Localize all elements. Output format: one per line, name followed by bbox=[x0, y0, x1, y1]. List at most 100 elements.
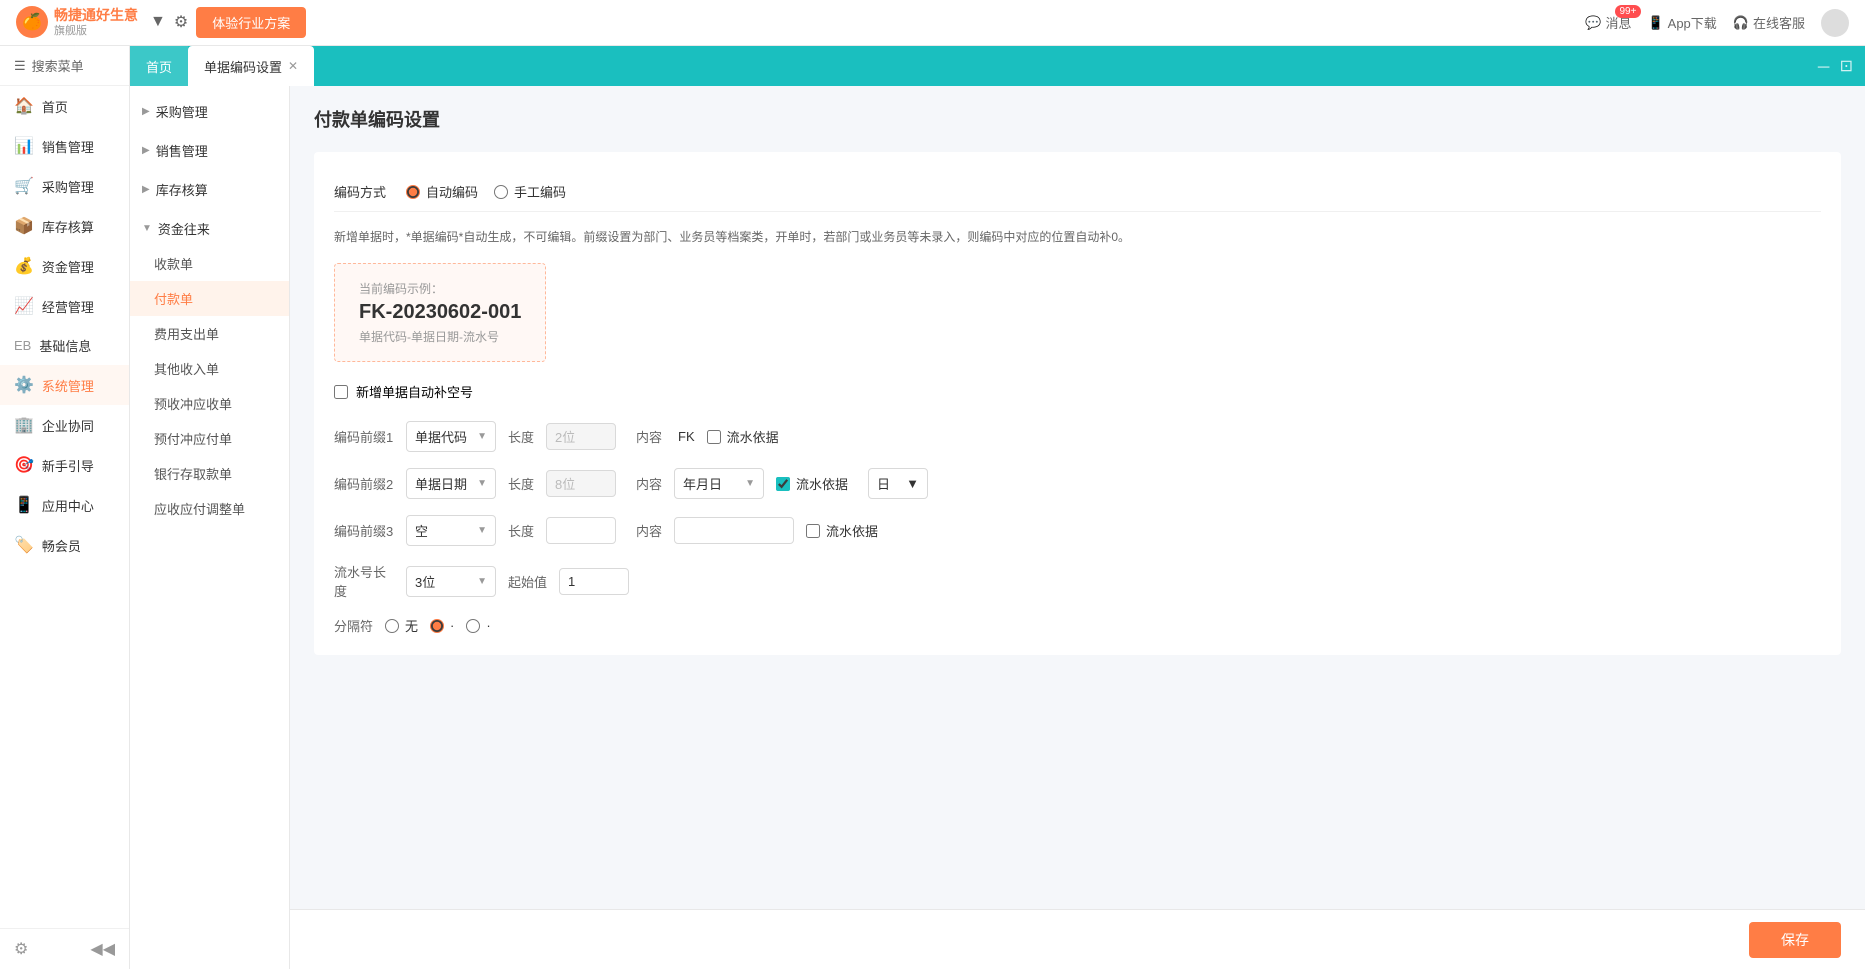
tab-close-icon[interactable]: ✕ bbox=[288, 59, 298, 73]
auto-fill-checkbox[interactable] bbox=[334, 385, 348, 399]
sidebar-item-base[interactable]: EB 基础信息 bbox=[0, 326, 129, 365]
sidebar-item-label: 首页 bbox=[42, 97, 68, 116]
prefix2-period-select[interactable]: 日 ▼ bbox=[868, 468, 928, 499]
prefix2-stream-checkbox[interactable] bbox=[776, 477, 790, 491]
left-nav-item-advance-receivable[interactable]: 预收冲应收单 bbox=[130, 386, 289, 421]
group-label: 资金往来 bbox=[158, 219, 210, 238]
left-nav-group-sales-title[interactable]: ▶ 销售管理 bbox=[130, 133, 289, 168]
start-value-input[interactable] bbox=[559, 568, 629, 595]
prefix2-stream-label[interactable]: 流水依据 bbox=[776, 474, 848, 493]
serial-length-value: 3位 bbox=[415, 572, 435, 591]
separator-dot-radio[interactable]: · bbox=[430, 618, 454, 633]
left-nav-item-other-income[interactable]: 其他收入单 bbox=[130, 351, 289, 386]
collapse-icon[interactable]: ◀◀ bbox=[90, 939, 115, 959]
left-nav-group-inventory-title[interactable]: ▶ 库存核算 bbox=[130, 172, 289, 207]
sidebar-item-system[interactable]: ⚙️ 系统管理 bbox=[0, 365, 129, 405]
chevron-right-icon: ▶ bbox=[142, 106, 150, 117]
chevron-down-icon: ▼ bbox=[906, 476, 919, 491]
auto-fill-label: 新增单据自动补空号 bbox=[356, 382, 473, 401]
group-label: 库存核算 bbox=[156, 180, 208, 199]
separator-slash-input[interactable] bbox=[466, 619, 480, 633]
system-icon: ⚙️ bbox=[14, 375, 34, 395]
content-area: ▶ 采购管理 ▶ 销售管理 ▶ 库存核算 bbox=[130, 86, 1865, 969]
save-button[interactable]: 保存 bbox=[1749, 922, 1841, 958]
app-download-item[interactable]: 📱 App下载 bbox=[1647, 13, 1716, 32]
chevron-down-icon: ▼ bbox=[477, 478, 487, 489]
sidebar-item-guide[interactable]: 🎯 新手引导 bbox=[0, 445, 129, 485]
sidebar-item-membership[interactable]: 🏷️ 畅会员 bbox=[0, 525, 129, 565]
home-icon: 🏠 bbox=[14, 96, 34, 116]
serial-length-select[interactable]: 3位 ▼ bbox=[406, 566, 496, 597]
sidebar-bottom: ⚙ ◀◀ bbox=[0, 928, 129, 969]
prefix3-content-label: 内容 bbox=[636, 521, 662, 540]
left-nav-item-receipt[interactable]: 收款单 bbox=[130, 246, 289, 281]
sidebar-item-inventory[interactable]: 📦 库存核算 bbox=[0, 206, 129, 246]
chevron-down-icon: ▼ bbox=[477, 525, 487, 536]
sidebar-item-home[interactable]: 🏠 首页 bbox=[0, 86, 129, 126]
prefix1-content-label: 内容 bbox=[636, 427, 662, 446]
guide-icon: 🎯 bbox=[14, 455, 34, 475]
tab-home[interactable]: 首页 bbox=[130, 46, 188, 86]
separator-none-label: 无 bbox=[405, 616, 418, 635]
left-nav-group-capital-title[interactable]: ▼ 资金往来 bbox=[130, 211, 289, 246]
sidebar-item-purchase[interactable]: 🛒 采购管理 bbox=[0, 166, 129, 206]
sidebar-item-app-center[interactable]: 📱 应用中心 bbox=[0, 485, 129, 525]
left-nav-item-payment[interactable]: 付款单 bbox=[130, 281, 289, 316]
prefix3-select[interactable]: 空 ▼ bbox=[406, 515, 496, 546]
app-download-label: App下载 bbox=[1668, 13, 1717, 32]
tab-minimize-icon[interactable]: － bbox=[1816, 54, 1832, 78]
prefix3-stream-label[interactable]: 流水依据 bbox=[806, 521, 878, 540]
prefix2-select[interactable]: 单据日期 ▼ bbox=[406, 468, 496, 499]
base-icon: EB bbox=[14, 338, 31, 353]
top-bar-controls: ▼ ⚙ 体验行业方案 bbox=[150, 7, 306, 38]
left-nav-group-purchase-title[interactable]: ▶ 采购管理 bbox=[130, 94, 289, 129]
auto-code-radio-input[interactable] bbox=[406, 185, 420, 199]
expand-arrow-button[interactable]: ▼ bbox=[150, 13, 166, 31]
auto-complete-row: 新增单据自动补空号 bbox=[334, 382, 1821, 401]
left-nav-panel: ▶ 采购管理 ▶ 销售管理 ▶ 库存核算 bbox=[130, 86, 290, 969]
tab-maximize-icon[interactable]: ⊡ bbox=[1840, 56, 1853, 76]
left-nav-item-receivable-payable[interactable]: 应收应付调整单 bbox=[130, 491, 289, 526]
left-nav-item-expense[interactable]: 费用支出单 bbox=[130, 316, 289, 351]
online-service-item[interactable]: 🎧 在线客服 bbox=[1733, 13, 1805, 32]
manual-code-radio[interactable]: 手工编码 bbox=[494, 182, 566, 201]
prefix2-content-select[interactable]: 年月日 ▼ bbox=[674, 468, 764, 499]
left-nav-group-sales: ▶ 销售管理 bbox=[130, 133, 289, 168]
left-nav-item-advance-payable[interactable]: 预付冲应付单 bbox=[130, 421, 289, 456]
prefix1-content-value: FK bbox=[678, 429, 695, 444]
separator-slash-radio[interactable]: · bbox=[466, 618, 490, 633]
left-nav-item-bank-deposit[interactable]: 银行存取款单 bbox=[130, 456, 289, 491]
experience-button[interactable]: 体验行业方案 bbox=[196, 7, 306, 38]
search-menu-button[interactable]: ☰ 搜索菜单 bbox=[0, 46, 129, 86]
sidebar-item-capital[interactable]: 💰 资金管理 bbox=[0, 246, 129, 286]
separator-none-input[interactable] bbox=[385, 619, 399, 633]
separator-dot-input[interactable] bbox=[430, 619, 444, 633]
auto-code-radio[interactable]: 自动编码 bbox=[406, 182, 478, 201]
tab-encoding-settings[interactable]: 单据编码设置 ✕ bbox=[188, 46, 314, 86]
encoding-radio-group: 自动编码 手工编码 bbox=[406, 182, 566, 201]
manual-code-radio-input[interactable] bbox=[494, 185, 508, 199]
sidebar-item-enterprise[interactable]: 🏢 企业协同 bbox=[0, 405, 129, 445]
sidebar-item-sales[interactable]: 📊 销售管理 bbox=[0, 126, 129, 166]
prefix1-stream-checkbox[interactable] bbox=[707, 430, 721, 444]
prefix3-content-input[interactable] bbox=[674, 517, 794, 544]
sidebar-item-operation[interactable]: 📈 经营管理 bbox=[0, 286, 129, 326]
sidebar-item-label: 系统管理 bbox=[42, 376, 94, 395]
app-center-icon: 📱 bbox=[14, 495, 34, 515]
prefix3-length-input[interactable] bbox=[546, 517, 616, 544]
app-download-icon: 📱 bbox=[1647, 15, 1663, 31]
user-avatar[interactable] bbox=[1821, 9, 1849, 37]
settings-gear-button[interactable]: ⚙ bbox=[174, 12, 188, 32]
search-menu-label: 搜索菜单 bbox=[32, 56, 84, 75]
chevron-down-icon: ▼ bbox=[142, 223, 152, 234]
serial-length-label: 流水号长度 bbox=[334, 562, 394, 600]
prefix3-stream-checkbox[interactable] bbox=[806, 524, 820, 538]
chevron-down-icon: ▼ bbox=[477, 431, 487, 442]
separator-none-radio[interactable]: 无 bbox=[385, 616, 418, 635]
settings-bottom-icon[interactable]: ⚙ bbox=[14, 939, 28, 959]
top-bar-left: 🍊 畅捷通好生意 旗舰版 ▼ ⚙ 体验行业方案 bbox=[16, 6, 306, 38]
sidebar-item-label: 资金管理 bbox=[42, 257, 94, 276]
prefix1-stream-label[interactable]: 流水依据 bbox=[707, 427, 779, 446]
message-item[interactable]: 💬 消息 99+ bbox=[1585, 13, 1631, 32]
prefix1-select[interactable]: 单据代码 ▼ bbox=[406, 421, 496, 452]
